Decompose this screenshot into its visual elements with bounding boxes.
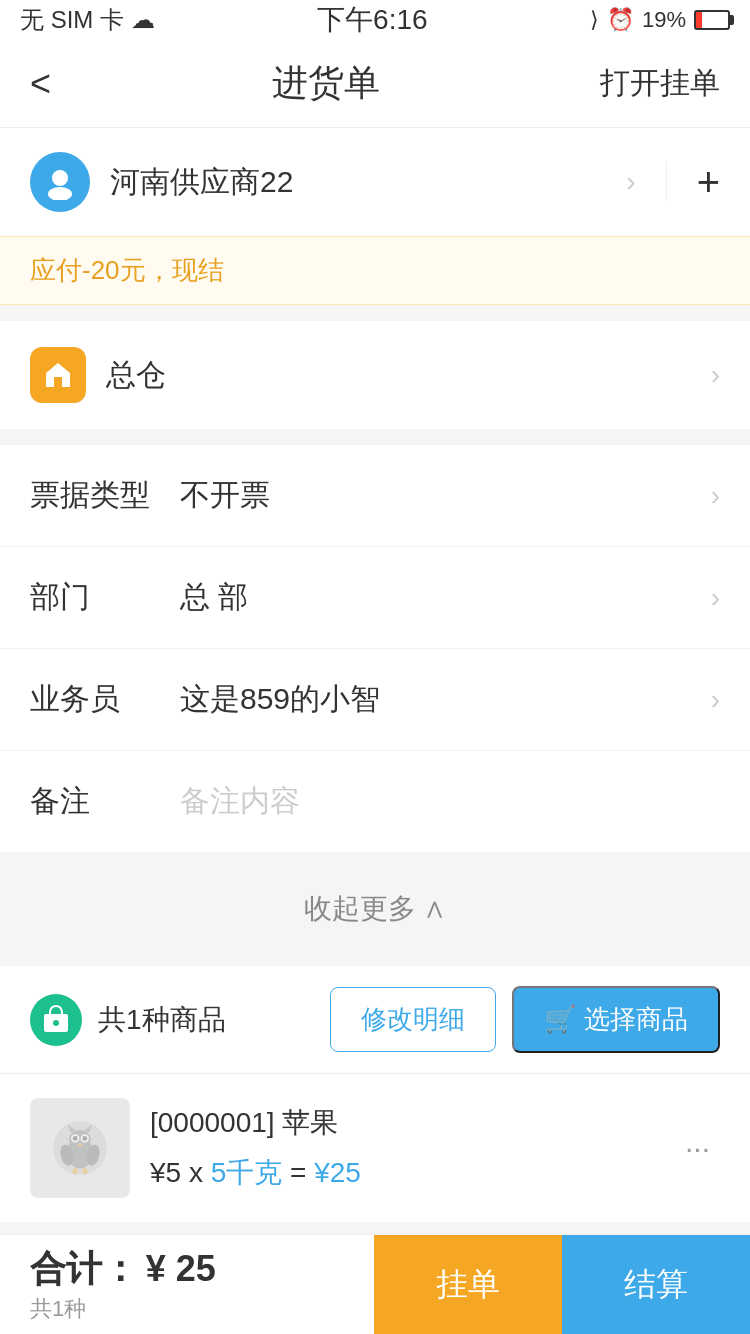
warehouse-section: 总仓 ›	[0, 321, 750, 429]
svg-rect-2	[54, 377, 62, 387]
supplier-avatar	[30, 152, 90, 212]
status-bar: 无 SIM 卡 ☁ 下午6:16 ⟩ ⏰ 19%	[0, 0, 750, 40]
product-price: ¥5 x 5千克 = ¥25	[150, 1154, 655, 1192]
invoice-type-value: 不开票	[170, 475, 711, 516]
product-info: [0000001] 苹果 ¥5 x 5千克 = ¥25	[150, 1104, 655, 1192]
add-supplier-button[interactable]: +	[697, 160, 720, 205]
salesperson-label: 业务员	[30, 679, 170, 720]
remark-row[interactable]: 备注 备注内容	[0, 751, 750, 852]
invoice-type-chevron-icon: ›	[711, 480, 720, 512]
invoice-type-row[interactable]: 票据类型 不开票 ›	[0, 445, 750, 547]
sim-signal: 无 SIM 卡 ☁	[20, 4, 155, 36]
warehouse-name: 总仓	[106, 355, 711, 396]
remark-value: 备注内容	[170, 781, 720, 822]
product-more-button[interactable]: ···	[675, 1121, 720, 1175]
alarm-icon: ⏰	[607, 7, 634, 33]
supplier-section: 河南供应商22 › + 应付-20元，现结	[0, 128, 750, 305]
location-icon: ⟩	[590, 7, 599, 33]
product-name: [0000001] 苹果	[150, 1104, 655, 1142]
bottom-total: 合计： ¥ 25 共1种	[0, 1235, 374, 1334]
page-title: 进货单	[272, 59, 380, 108]
price-separator: x	[189, 1157, 211, 1188]
suspend-button[interactable]: 挂单	[374, 1235, 562, 1334]
collapse-button[interactable]: 收起更多 ∧	[0, 868, 750, 950]
product-header: 共1种商品 修改明细 🛒 选择商品	[0, 966, 750, 1074]
warehouse-row[interactable]: 总仓 ›	[0, 321, 750, 429]
select-product-button[interactable]: 🛒 选择商品	[512, 986, 720, 1053]
total-label: 合计：	[30, 1248, 138, 1289]
svg-point-4	[53, 1020, 59, 1026]
product-item: [0000001] 苹果 ¥5 x 5千克 = ¥25 ···	[0, 1074, 750, 1222]
battery-label: 19%	[642, 7, 686, 33]
equals-sign: =	[290, 1157, 314, 1188]
total-amount: ¥ 25	[146, 1248, 216, 1289]
total-count: 共1种	[30, 1294, 344, 1324]
edit-detail-button[interactable]: 修改明细	[330, 987, 496, 1052]
supplier-row[interactable]: 河南供应商22 › +	[0, 128, 750, 236]
department-chevron-icon: ›	[711, 582, 720, 614]
department-label: 部门	[30, 577, 170, 618]
form-section: 票据类型 不开票 › 部门 总 部 › 业务员 这是859的小智 › 备注 备注…	[0, 445, 750, 852]
cart-icon: 🛒	[544, 1004, 576, 1035]
svg-point-1	[48, 187, 72, 200]
checkout-button[interactable]: 结算	[562, 1235, 750, 1334]
total-value: ¥25	[314, 1157, 361, 1188]
warehouse-chevron-icon: ›	[711, 359, 720, 391]
back-button[interactable]: <	[30, 63, 51, 105]
remark-label: 备注	[30, 781, 170, 822]
battery-icon	[694, 10, 730, 30]
product-thumbnail	[30, 1098, 130, 1198]
supplier-name: 河南供应商22	[110, 162, 626, 203]
svg-point-9	[73, 1136, 78, 1141]
salesperson-chevron-icon: ›	[711, 684, 720, 716]
status-right: ⟩ ⏰ 19%	[590, 7, 730, 33]
svg-point-0	[52, 170, 68, 186]
product-section: 共1种商品 修改明细 🛒 选择商品	[0, 966, 750, 1222]
department-value: 总 部	[170, 577, 711, 618]
product-count: 共1种商品	[98, 1001, 330, 1039]
product-icon	[30, 994, 82, 1046]
status-time: 下午6:16	[317, 1, 428, 39]
warehouse-icon	[30, 347, 86, 403]
bottom-bar: 合计： ¥ 25 共1种 挂单 结算	[0, 1234, 750, 1334]
nav-bar: < 进货单 打开挂单	[0, 40, 750, 128]
open-pending-button[interactable]: 打开挂单	[600, 63, 720, 104]
salesperson-value: 这是859的小智	[170, 679, 711, 720]
price-value: ¥5	[150, 1157, 181, 1188]
department-row[interactable]: 部门 总 部 ›	[0, 547, 750, 649]
invoice-type-label: 票据类型	[30, 475, 170, 516]
quantity-value: 5千克	[211, 1157, 283, 1188]
supplier-chevron-icon: ›	[626, 166, 635, 198]
salesperson-row[interactable]: 业务员 这是859的小智 ›	[0, 649, 750, 751]
total-line1: 合计： ¥ 25	[30, 1245, 344, 1294]
supplier-divider	[666, 162, 667, 202]
supplier-right: › +	[626, 160, 720, 205]
status-left: 无 SIM 卡 ☁	[20, 4, 155, 36]
supplier-notice: 应付-20元，现结	[0, 236, 750, 305]
svg-point-11	[82, 1136, 87, 1141]
